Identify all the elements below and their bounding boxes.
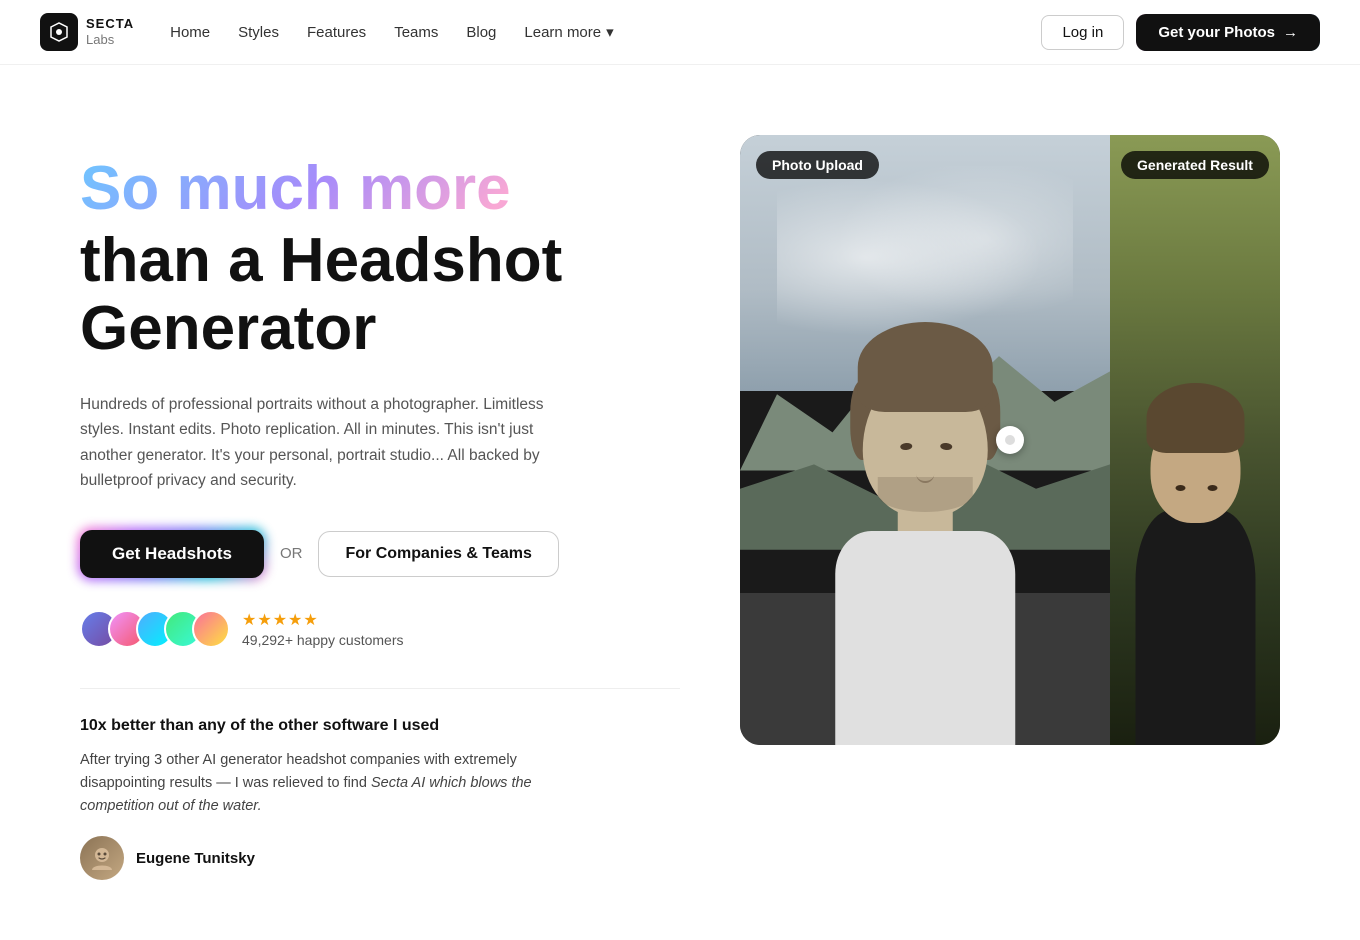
reviewer: Eugene Tunitsky — [80, 836, 680, 880]
logo[interactable]: SECTA Labs — [40, 13, 134, 51]
rating: ★★★★★ 49,292+ happy customers — [242, 610, 404, 648]
arrow-right-icon: → — [1283, 24, 1298, 41]
hero-left: So much more than a Headshot Generator H… — [80, 135, 680, 880]
nav-teams[interactable]: Teams — [394, 24, 438, 41]
gen-hair — [1146, 383, 1244, 453]
person-figure — [786, 269, 1064, 745]
panel-divider — [996, 426, 1024, 454]
hair-top — [858, 322, 993, 412]
hero-buttons: Get Headshots OR For Companies & Teams — [80, 530, 680, 578]
nav-home[interactable]: Home — [170, 24, 210, 41]
generated-figure — [1119, 318, 1272, 745]
testimonial-text: After trying 3 other AI generator headsh… — [80, 749, 580, 819]
gen-body — [1135, 510, 1255, 745]
star-icons: ★★★★★ — [242, 610, 404, 630]
customer-avatars — [80, 610, 220, 648]
companies-teams-button[interactable]: For Companies & Teams — [318, 531, 558, 577]
navigation: SECTA Labs Home Styles Features Teams Bl… — [0, 0, 1360, 65]
learn-more-button[interactable]: Learn more ▾ — [524, 23, 613, 41]
testimonial-title: 10x better than any of the other softwar… — [80, 717, 680, 735]
hero-description: Hundreds of professional portraits witho… — [80, 392, 580, 494]
logo-icon — [40, 13, 78, 51]
nav-links: Home Styles Features Teams Blog Learn mo… — [170, 23, 614, 41]
hero-title-black: than a Headshot Generator — [80, 227, 680, 363]
hero-section: So much more than a Headshot Generator H… — [0, 65, 1360, 940]
bw-photo — [740, 135, 1110, 745]
photo-upload-label: Photo Upload — [756, 151, 879, 179]
nav-blog[interactable]: Blog — [466, 24, 496, 41]
photo-upload-panel: Photo Upload — [740, 135, 1110, 745]
generated-photo — [1110, 135, 1280, 745]
gen-eye-left — [1175, 485, 1185, 491]
gen-eye-right — [1207, 485, 1217, 491]
social-proof: ★★★★★ 49,292+ happy customers — [80, 610, 680, 648]
reviewer-name: Eugene Tunitsky — [136, 850, 255, 867]
chevron-down-icon: ▾ — [606, 23, 614, 41]
nav-left: SECTA Labs Home Styles Features Teams Bl… — [40, 13, 614, 51]
avatar — [192, 610, 230, 648]
generated-label: Generated Result — [1121, 151, 1269, 179]
login-button[interactable]: Log in — [1041, 15, 1124, 50]
nose — [916, 465, 934, 483]
or-divider: OR — [280, 545, 303, 562]
hero-right: Photo Upload — [740, 135, 1280, 745]
get-headshots-button[interactable]: Get Headshots — [80, 530, 264, 578]
customer-count: 49,292+ happy customers — [242, 632, 404, 648]
generated-panel: Generated Result — [1110, 135, 1280, 745]
testimonial: 10x better than any of the other softwar… — [80, 688, 680, 881]
reviewer-avatar — [80, 836, 124, 880]
get-photos-button[interactable]: Get your Photos → — [1136, 14, 1320, 51]
shirt — [835, 531, 1015, 745]
nav-features[interactable]: Features — [307, 24, 366, 41]
hero-title-gradient: So much more — [80, 155, 680, 223]
nav-right: Log in Get your Photos → — [1041, 14, 1320, 51]
logo-text: SECTA Labs — [86, 16, 134, 47]
nav-styles[interactable]: Styles — [238, 24, 279, 41]
